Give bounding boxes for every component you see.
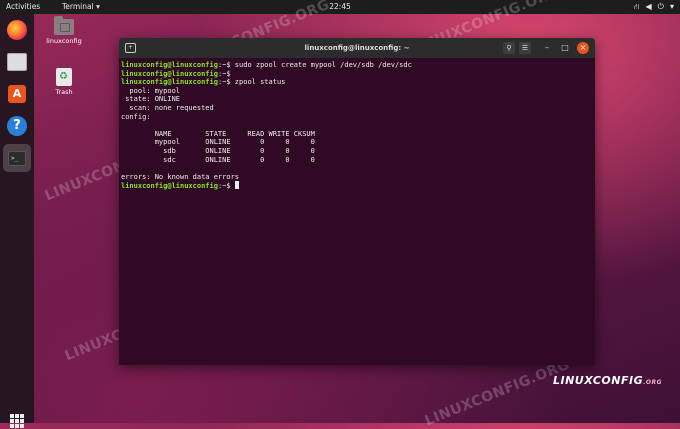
- trash-icon: [56, 68, 72, 86]
- power-icon: ⏻: [657, 2, 664, 11]
- output-line: errors: No known data errors: [121, 172, 240, 181]
- clock[interactable]: 22:45: [0, 0, 680, 14]
- command-line: zpool status: [234, 78, 286, 87]
- command-line: sudo zpool create mypool /dev/sdb /dev/s…: [234, 61, 412, 69]
- trash-label: Trash: [55, 88, 73, 96]
- network-icon: ⛙: [633, 2, 640, 11]
- output-line: state: ONLINE: [121, 95, 181, 104]
- output-line: sdc ONLINE 0 0 0: [121, 155, 315, 164]
- system-tray[interactable]: ⛙ ◀ ⏻ ▾: [634, 0, 674, 14]
- dock-terminal[interactable]: >_: [3, 144, 31, 172]
- linuxconfig-logo: LINUXCONFIG.ORG: [553, 374, 663, 387]
- home-folder-icon: [54, 16, 74, 35]
- output-line: sdb ONLINE 0 0 0: [121, 146, 315, 155]
- output-line: mypool ONLINE 0 0 0: [121, 138, 315, 147]
- show-apps-icon[interactable]: [10, 414, 24, 428]
- close-icon[interactable]: ×: [577, 42, 589, 54]
- output-line: scan: none requested: [121, 103, 214, 112]
- dock-firefox[interactable]: [3, 16, 31, 44]
- files-icon: [7, 53, 27, 71]
- cursor: [234, 181, 239, 190]
- chevron-down-icon: ▾: [669, 2, 674, 11]
- search-icon[interactable]: ⚲: [503, 42, 515, 54]
- output-line: NAME STATE READ WRITE CKSUM: [121, 129, 315, 138]
- dock-software[interactable]: A: [3, 80, 31, 108]
- menu-icon[interactable]: ☰: [519, 42, 531, 54]
- firefox-icon: [7, 20, 27, 40]
- dock: A ? >_: [0, 14, 34, 428]
- terminal-window[interactable]: + linuxconfig@linuxconfig: ~ ⚲ ☰ – □ × l…: [119, 38, 595, 365]
- software-icon: A: [8, 85, 26, 103]
- top-bar: Activities Terminal ▾ 22:45 ⛙ ◀ ⏻ ▾: [0, 0, 680, 14]
- dock-help[interactable]: ?: [3, 112, 31, 140]
- dock-files[interactable]: [3, 48, 31, 76]
- terminal-icon: >_: [8, 150, 26, 166]
- help-icon: ?: [7, 116, 27, 136]
- volume-icon: ◀: [645, 2, 652, 11]
- maximize-icon[interactable]: □: [559, 42, 571, 54]
- output-line: config:: [121, 112, 151, 121]
- watermark: LINUXCONFIG.ORG: [422, 356, 573, 429]
- minimize-icon[interactable]: –: [541, 42, 553, 54]
- home-folder-label: linuxconfig: [46, 37, 82, 45]
- output-line: pool: mypool: [121, 86, 181, 95]
- terminal-output[interactable]: linuxconfig@linuxconfig:~$ sudo zpool cr…: [119, 58, 595, 191]
- terminal-header[interactable]: + linuxconfig@linuxconfig: ~ ⚲ ☰ – □ ×: [119, 38, 595, 58]
- desktop-trash[interactable]: Trash: [44, 68, 84, 96]
- desktop-home-folder[interactable]: linuxconfig: [44, 16, 84, 45]
